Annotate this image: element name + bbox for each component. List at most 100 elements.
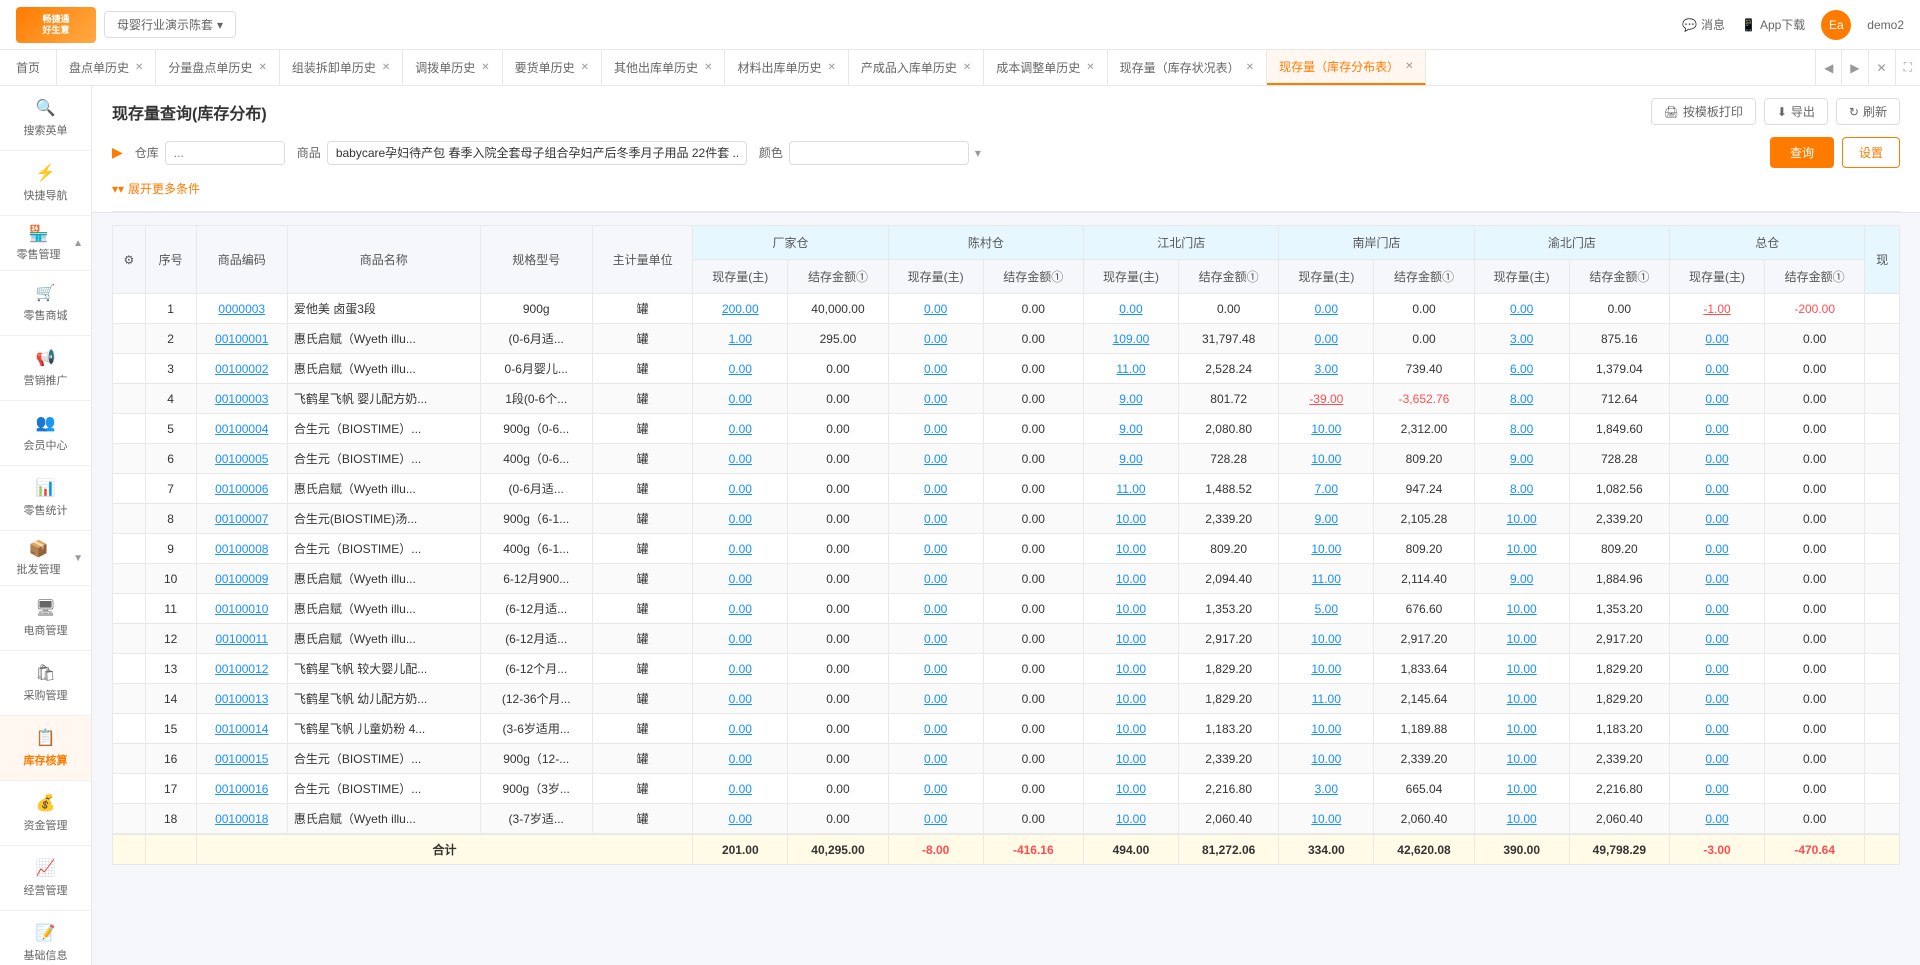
export-button[interactable]: ⬇ 导出: [1764, 98, 1828, 125]
table-cell[interactable]: 9.00: [1279, 504, 1374, 534]
table-cell[interactable]: 10.00: [1084, 504, 1179, 534]
table-cell[interactable]: 10.00: [1084, 714, 1179, 744]
table-cell[interactable]: 00100018: [196, 804, 287, 835]
table-cell[interactable]: 0.00: [693, 774, 788, 804]
table-cell[interactable]: 0.00: [888, 774, 983, 804]
table-cell[interactable]: 10.00: [1084, 684, 1179, 714]
sidebar-item-member[interactable]: 👥 会员中心: [0, 401, 91, 466]
table-cell[interactable]: 10.00: [1084, 744, 1179, 774]
tab-spot-history[interactable]: 盘点单历史 ✕: [57, 50, 156, 85]
table-cell[interactable]: 0.00: [1670, 624, 1765, 654]
tab-home[interactable]: 首页: [0, 50, 57, 85]
table-cell[interactable]: 10.00: [1474, 624, 1569, 654]
table-cell[interactable]: 0.00: [888, 504, 983, 534]
table-cell[interactable]: 5.00: [1279, 594, 1374, 624]
print-button[interactable]: 🖨 按模板打印: [1651, 98, 1756, 125]
tab-next-button[interactable]: ▶: [1841, 50, 1867, 86]
table-cell[interactable]: 0.00: [1670, 564, 1765, 594]
table-cell[interactable]: 00100006: [196, 474, 287, 504]
table-cell[interactable]: 10.00: [1279, 744, 1374, 774]
table-cell[interactable]: 10.00: [1279, 714, 1374, 744]
table-cell[interactable]: 9.00: [1084, 444, 1179, 474]
table-cell[interactable]: 0.00: [1670, 414, 1765, 444]
table-cell[interactable]: 00100013: [196, 684, 287, 714]
table-cell[interactable]: 10.00: [1279, 444, 1374, 474]
table-cell[interactable]: 10.00: [1474, 774, 1569, 804]
goods-input[interactable]: [327, 141, 747, 165]
tab-close-icon[interactable]: ✕: [382, 62, 390, 73]
col-settings-header[interactable]: ⚙: [113, 226, 146, 294]
table-cell[interactable]: 0.00: [888, 414, 983, 444]
tab-requisition-history[interactable]: 要货单历史 ✕: [503, 50, 602, 85]
tab-close-icon[interactable]: ✕: [1405, 61, 1413, 72]
table-cell[interactable]: 10.00: [1474, 504, 1569, 534]
sidebar-item-retail-mgmt[interactable]: 🏪 零售管理 ▲: [0, 216, 91, 271]
table-cell[interactable]: 00100012: [196, 654, 287, 684]
table-cell[interactable]: 10.00: [1279, 534, 1374, 564]
table-cell[interactable]: 6.00: [1474, 354, 1569, 384]
sidebar-item-quick-nav[interactable]: ⚡ 快捷导航: [0, 151, 91, 216]
table-cell[interactable]: 0.00: [1279, 294, 1374, 324]
table-cell[interactable]: 10.00: [1084, 654, 1179, 684]
messages-button[interactable]: 💬 消息: [1682, 16, 1725, 33]
table-cell[interactable]: 00100009: [196, 564, 287, 594]
tab-cost-adjust-history[interactable]: 成本调整单历史 ✕: [984, 50, 1107, 85]
table-cell[interactable]: 0.00: [1670, 534, 1765, 564]
tab-transfer-history[interactable]: 调拨单历史 ✕: [403, 50, 502, 85]
table-cell[interactable]: 8.00: [1474, 384, 1569, 414]
tab-prev-button[interactable]: ◀: [1815, 50, 1841, 86]
table-cell[interactable]: 0.00: [888, 384, 983, 414]
table-cell[interactable]: 0000003: [196, 294, 287, 324]
table-cell[interactable]: 0.00: [888, 444, 983, 474]
table-cell[interactable]: 0.00: [693, 504, 788, 534]
tab-assemble-history[interactable]: 组装拆卸单历史 ✕: [280, 50, 403, 85]
table-cell[interactable]: 109.00: [1084, 324, 1179, 354]
tab-expand-button[interactable]: ⛶: [1895, 50, 1920, 86]
sidebar-item-retail-shop[interactable]: 🛒 零售商城: [0, 271, 91, 336]
table-cell[interactable]: 00100001: [196, 324, 287, 354]
sidebar-item-search[interactable]: 🔍 搜索英单: [0, 86, 91, 151]
color-dropdown-icon[interactable]: ▾: [975, 146, 981, 160]
table-cell[interactable]: 0.00: [693, 474, 788, 504]
table-cell[interactable]: 10.00: [1474, 684, 1569, 714]
settings-button[interactable]: 设置: [1842, 137, 1900, 168]
table-cell[interactable]: 0.00: [1670, 354, 1765, 384]
table-cell[interactable]: 0.00: [888, 594, 983, 624]
table-cell[interactable]: 0.00: [888, 714, 983, 744]
table-cell[interactable]: 10.00: [1474, 714, 1569, 744]
table-cell[interactable]: 11.00: [1279, 684, 1374, 714]
sidebar-item-inventory[interactable]: 📋 库存核算: [0, 716, 91, 781]
sidebar-item-finance[interactable]: 💰 资金管理: [0, 781, 91, 846]
table-cell[interactable]: 10.00: [1474, 594, 1569, 624]
table-cell[interactable]: 11.00: [1084, 354, 1179, 384]
table-cell[interactable]: 3.00: [1279, 354, 1374, 384]
table-cell[interactable]: 10.00: [1084, 534, 1179, 564]
table-cell[interactable]: 9.00: [1474, 444, 1569, 474]
table-cell[interactable]: 0.00: [693, 594, 788, 624]
tab-material-out-history[interactable]: 材料出库单历史 ✕: [725, 50, 848, 85]
table-cell[interactable]: 0.00: [1670, 684, 1765, 714]
tab-close-icon[interactable]: ✕: [135, 62, 143, 73]
table-cell[interactable]: 0.00: [1670, 444, 1765, 474]
tab-close-icon[interactable]: ✕: [1246, 62, 1254, 73]
table-cell[interactable]: 10.00: [1279, 804, 1374, 835]
table-cell[interactable]: 00100015: [196, 744, 287, 774]
expand-toggle-button[interactable]: ▾▾ 展开更多条件: [112, 180, 1900, 197]
table-cell[interactable]: 0.00: [693, 564, 788, 594]
table-cell[interactable]: 3.00: [1474, 324, 1569, 354]
sidebar-item-basic-info[interactable]: 📝 基础信息: [0, 911, 91, 965]
table-cell[interactable]: 0.00: [1670, 324, 1765, 354]
table-cell[interactable]: 0.00: [693, 624, 788, 654]
table-cell[interactable]: 0.00: [888, 354, 983, 384]
table-cell[interactable]: 0.00: [693, 684, 788, 714]
table-cell[interactable]: 10.00: [1474, 744, 1569, 774]
sidebar-item-wholesale[interactable]: 📦 批发管理 ▼: [0, 531, 91, 586]
tab-close-all-button[interactable]: ✕: [1868, 50, 1895, 86]
table-cell[interactable]: 0.00: [1670, 774, 1765, 804]
sidebar-item-marketing[interactable]: 📢 营销推广: [0, 336, 91, 401]
table-cell[interactable]: 8.00: [1474, 414, 1569, 444]
table-cell[interactable]: 10.00: [1279, 624, 1374, 654]
table-cell[interactable]: 0.00: [888, 564, 983, 594]
table-cell[interactable]: 0.00: [888, 654, 983, 684]
table-cell[interactable]: 3.00: [1279, 774, 1374, 804]
